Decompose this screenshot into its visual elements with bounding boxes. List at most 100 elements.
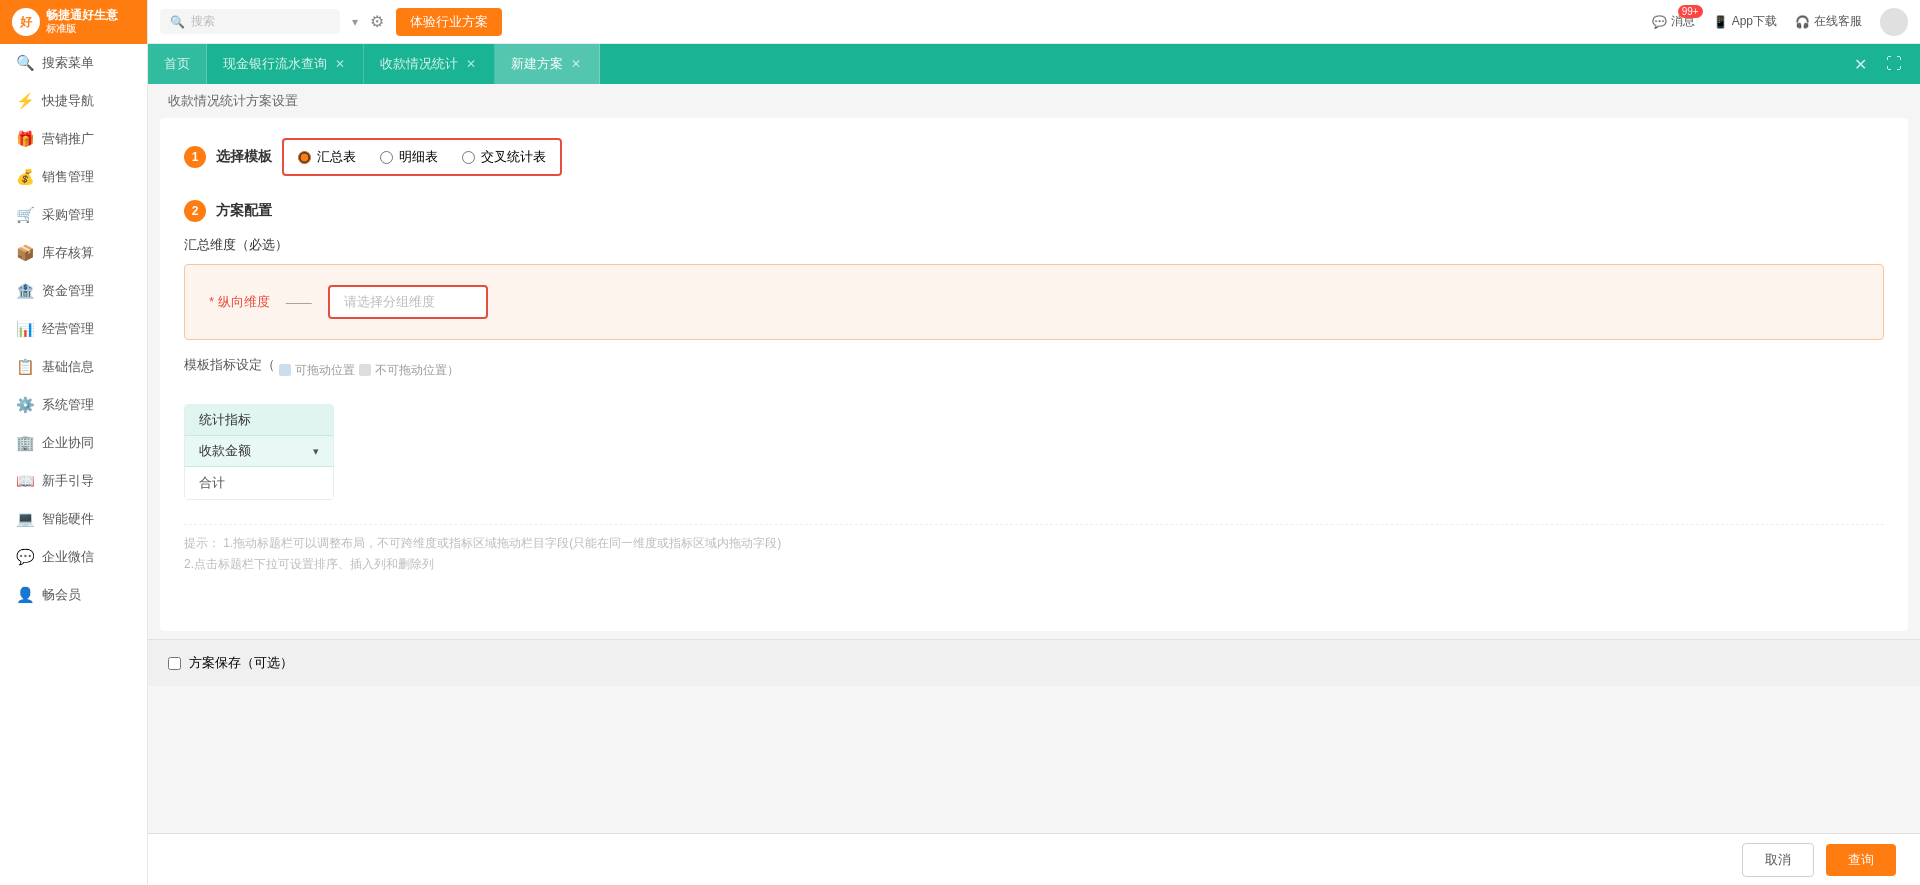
tab-newplan[interactable]: 新建方案 ✕	[495, 44, 600, 84]
app-edition: 标准版	[46, 22, 118, 36]
service-icon: 🎧	[1795, 15, 1810, 29]
newguide-icon: 📖	[16, 472, 34, 490]
radio-crosstab[interactable]: 交叉统计表	[462, 148, 546, 166]
inventory-icon: 📦	[16, 244, 34, 262]
sidebar-item-label: 经营管理	[42, 320, 94, 338]
gear-icon[interactable]: ⚙	[370, 12, 384, 31]
radio-crosstab-label: 交叉统计表	[481, 148, 546, 166]
sidebar-item-collab[interactable]: 🏢 企业协同	[0, 424, 147, 462]
step2-section: 2 方案配置 汇总维度（必选） 纵向维度 —— 请选择分组维度	[184, 200, 1884, 587]
service-item[interactable]: 🎧 在线客服	[1795, 13, 1862, 30]
footer-bar: 取消 查询	[148, 833, 1920, 885]
app-logo: 好 畅捷通好生意 标准版	[0, 0, 147, 44]
logo-icon: 好	[12, 8, 40, 36]
tab-home-label: 首页	[164, 55, 190, 73]
step2-header: 2 方案配置	[184, 200, 1884, 222]
download-label: App下载	[1732, 13, 1777, 30]
step1-section: 1 选择模板 汇总表 明细表 交叉统计表	[184, 138, 1884, 176]
search-icon: 🔍	[16, 54, 34, 72]
metrics-col-label: 收款金额	[199, 442, 251, 460]
tab-cashflow-close[interactable]: ✕	[333, 57, 347, 71]
config-section: 汇总维度（必选） 纵向维度 —— 请选择分组维度 模板	[184, 236, 1884, 587]
step2-num: 2	[184, 200, 206, 222]
sidebar-item-label: 搜索菜单	[42, 54, 94, 72]
dimension-arrow: ——	[286, 295, 312, 310]
drag-hint-box	[279, 364, 291, 376]
tab-cashflow-label: 现金银行流水查询	[223, 55, 327, 73]
sidebar-item-label: 企业微信	[42, 548, 94, 566]
radio-detail-input[interactable]	[380, 151, 393, 164]
sidebar-item-label: 快捷导航	[42, 92, 94, 110]
quicknav-icon: ⚡	[16, 92, 34, 110]
notification-badge: 99+	[1678, 5, 1703, 18]
radio-detail-label: 明细表	[399, 148, 438, 166]
tip2: 2.点击标题栏下拉可设置排序、插入列和删除列	[184, 556, 1884, 573]
notification-icon: 💬	[1652, 15, 1667, 29]
dimension-row: 纵向维度 —— 请选择分组维度	[209, 285, 1859, 319]
nodrag-hint-box	[359, 364, 371, 376]
sidebar-item-basic-info[interactable]: 📋 基础信息	[0, 348, 147, 386]
maximize-btn[interactable]: ⛶	[1880, 50, 1908, 78]
tab-cashflow[interactable]: 现金银行流水查询 ✕	[207, 44, 364, 84]
breadcrumb-text: 收款情况统计方案设置	[168, 93, 298, 108]
sales-icon: 💰	[16, 168, 34, 186]
metrics-table: 统计指标 收款金额 ▾ 合计	[184, 404, 334, 500]
sidebar-item-quicknav[interactable]: ⚡ 快捷导航	[0, 82, 147, 120]
app-name: 畅捷通好生意	[46, 8, 118, 22]
sidebar-item-sales[interactable]: 💰 销售管理	[0, 158, 147, 196]
sidebar-item-label: 采购管理	[42, 206, 94, 224]
radio-summary-input[interactable]	[298, 151, 311, 164]
sidebar-item-label: 企业协同	[42, 434, 94, 452]
close-window-btn[interactable]: ✕	[1846, 50, 1874, 78]
metrics-group-label: 统计指标	[199, 411, 251, 429]
sidebar-item-search[interactable]: 🔍 搜索菜单	[0, 44, 147, 82]
sidebar-item-hardware[interactable]: 💻 智能硬件	[0, 500, 147, 538]
weixin-icon: 💬	[16, 548, 34, 566]
radio-summary[interactable]: 汇总表	[298, 148, 356, 166]
page-body: 1 选择模板 汇总表 明细表 交叉统计表	[160, 118, 1908, 631]
metrics-row: 合计	[185, 467, 333, 499]
query-button[interactable]: 查询	[1826, 844, 1896, 876]
notification-item[interactable]: 💬 消息 99+	[1652, 13, 1695, 30]
sidebar-item-newguide[interactable]: 📖 新手引导	[0, 462, 147, 500]
search-box[interactable]: 🔍 搜索	[160, 9, 340, 34]
tab-receipt[interactable]: 收款情况统计 ✕	[364, 44, 495, 84]
save-label[interactable]: 方案保存（可选）	[189, 654, 293, 672]
metrics-table-header[interactable]: 统计指标	[185, 405, 333, 436]
sidebar-item-weixin[interactable]: 💬 企业微信	[0, 538, 147, 576]
radio-detail[interactable]: 明细表	[380, 148, 438, 166]
sidebar-item-purchase[interactable]: 🛒 采购管理	[0, 196, 147, 234]
topbar: 🔍 搜索 ▾ ⚙ 体验行业方案 💬 消息 99+ 📱 App下载 🎧 在线客服	[148, 0, 1920, 44]
tab-receipt-close[interactable]: ✕	[464, 57, 478, 71]
dimension-placeholder: 请选择分组维度	[344, 294, 435, 309]
sidebar-item-label: 资金管理	[42, 282, 94, 300]
sidebar: 好 畅捷通好生意 标准版 🔍 搜索菜单 ⚡ 快捷导航 🎁 营销推广 💰 销售管理…	[0, 0, 148, 885]
system-icon: ⚙️	[16, 396, 34, 414]
sidebar-item-system[interactable]: ⚙️ 系统管理	[0, 386, 147, 424]
dropdown-arrow[interactable]: ▾	[352, 15, 358, 29]
page-content: 收款情况统计方案设置 1 选择模板 汇总表 明细表	[148, 84, 1920, 833]
sidebar-item-member[interactable]: 👤 畅会员	[0, 576, 147, 614]
drag-hint-label: 可拖动位置	[295, 362, 355, 379]
collab-icon: 🏢	[16, 434, 34, 452]
industry-btn[interactable]: 体验行业方案	[396, 8, 502, 36]
sidebar-item-finance[interactable]: 🏦 资金管理	[0, 272, 147, 310]
metrics-col-header[interactable]: 收款金额 ▾	[185, 436, 333, 467]
download-item[interactable]: 📱 App下载	[1713, 13, 1777, 30]
save-checkbox[interactable]	[168, 657, 181, 670]
dimension-select[interactable]: 请选择分组维度	[328, 285, 488, 319]
dimension-row-label: 纵向维度	[209, 293, 270, 311]
template-selector: 汇总表 明细表 交叉统计表	[282, 138, 562, 176]
tab-receipt-label: 收款情况统计	[380, 55, 458, 73]
radio-crosstab-input[interactable]	[462, 151, 475, 164]
user-avatar[interactable]	[1880, 8, 1908, 36]
tabbar-actions: ✕ ⛶	[1846, 50, 1920, 78]
tab-home[interactable]: 首页	[148, 44, 207, 84]
sidebar-item-management[interactable]: 📊 经营管理	[0, 310, 147, 348]
tab-newplan-close[interactable]: ✕	[569, 57, 583, 71]
member-icon: 👤	[16, 586, 34, 604]
sidebar-item-inventory[interactable]: 📦 库存核算	[0, 234, 147, 272]
cancel-button[interactable]: 取消	[1742, 843, 1814, 877]
sidebar-item-marketing[interactable]: 🎁 营销推广	[0, 120, 147, 158]
main-area: 🔍 搜索 ▾ ⚙ 体验行业方案 💬 消息 99+ 📱 App下载 🎧 在线客服	[148, 0, 1920, 885]
